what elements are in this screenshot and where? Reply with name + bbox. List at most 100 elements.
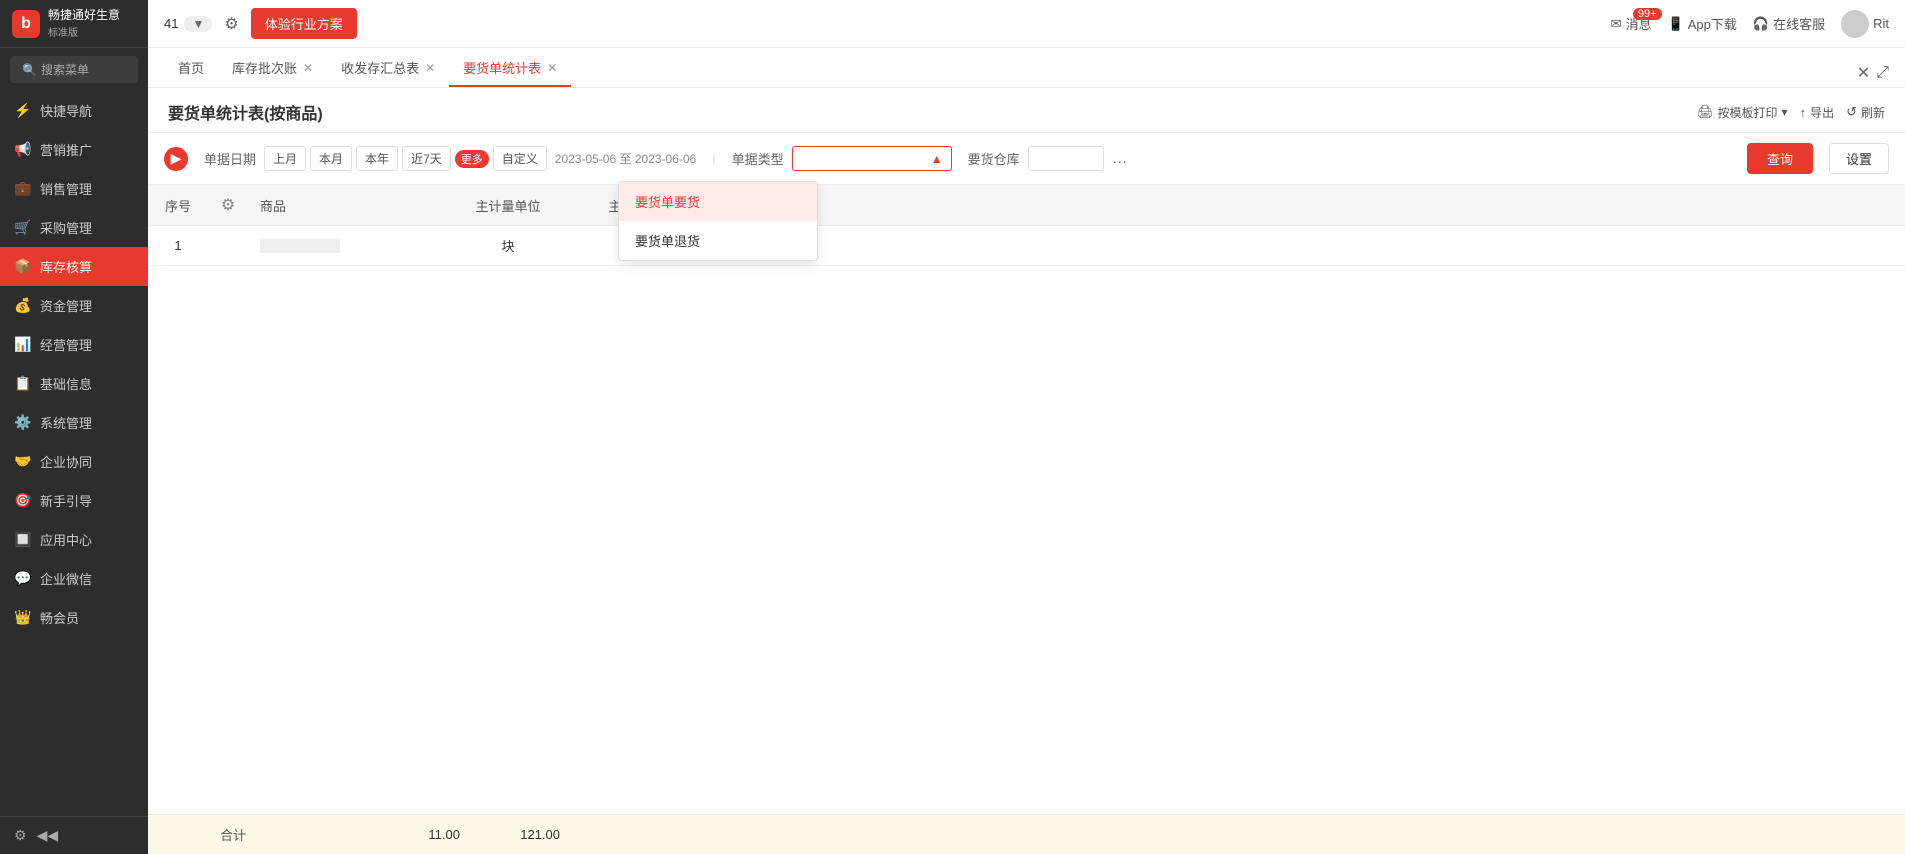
page-header: 要货单统计表(按商品) 🖨 按模板打印 ▾ ↑ 导出 ↺ 刷新 — [148, 88, 1905, 133]
tab-order-stats[interactable]: 要货单统计表 ✕ — [449, 50, 571, 87]
sidebar-item-label: 经营管理 — [40, 335, 92, 354]
app-sub: 标准版 — [48, 24, 120, 39]
cell-seq: 1 — [148, 226, 208, 266]
sidebar-item-label: 销售管理 — [40, 179, 92, 198]
date-btn-up[interactable]: 上月 — [264, 146, 306, 171]
sidebar-item-finance[interactable]: 💰 资金管理 — [0, 286, 148, 325]
query-button[interactable]: 查询 — [1747, 143, 1813, 174]
table-area: 序号 ⚙ 商品 主计量单位 主数量 零售金额 1 — [148, 185, 1905, 814]
tab-order-close[interactable]: ✕ — [547, 61, 557, 75]
date-btn-week[interactable]: 近7天 — [402, 146, 451, 171]
sidebar-item-guide[interactable]: 🎯 新手引导 — [0, 481, 148, 520]
print-label: 按模板打印 — [1718, 104, 1778, 121]
message-btn[interactable]: ✉ 消息 99+ — [1611, 14, 1652, 33]
col-extra — [808, 185, 1905, 226]
col-unit: 主计量单位 — [448, 185, 568, 226]
print-arrow-icon: ▾ — [1782, 105, 1788, 119]
footer-amount: 121.00 — [460, 827, 560, 842]
message-badge: 99+ — [1633, 8, 1662, 20]
type-select-value — [801, 151, 805, 166]
dropdown-item-order-goods[interactable]: 要货单要货 — [619, 182, 817, 221]
tabbar: 首页 库存批次账 ✕ 收发存汇总表 ✕ 要货单统计表 ✕ ✕ ⤢ — [148, 48, 1905, 88]
footer-settings-icon[interactable]: ⚙ — [14, 827, 27, 844]
sidebar-item-quick-nav[interactable]: ⚡ 快捷导航 — [0, 91, 148, 130]
search-label: 搜索菜单 — [41, 61, 89, 78]
tab-batch-label: 库存批次账 — [232, 58, 297, 77]
dropdown-item-order-return[interactable]: 要货单退货 — [619, 221, 817, 260]
tab-home[interactable]: 首页 — [164, 50, 218, 87]
sales-icon: 💼 — [14, 180, 32, 198]
sidebar-item-enterprise[interactable]: 🤝 企业协同 — [0, 442, 148, 481]
type-filter-group: 单据类型 ▲ — [732, 146, 952, 171]
type-filter-label: 单据类型 — [732, 149, 784, 168]
type-dropdown: 要货单要货 要货单退货 — [618, 181, 818, 261]
topbar-settings-icon[interactable]: ⚙ — [224, 14, 238, 34]
sidebar-nav: ⚡ 快捷导航 📢 营销推广 💼 销售管理 🛒 采购管理 📦 库存核算 💰 资金管… — [0, 91, 148, 816]
sidebar-item-inventory[interactable]: 📦 库存核算 — [0, 247, 148, 286]
sidebar-item-purchase[interactable]: 🛒 采购管理 — [0, 208, 148, 247]
type-select[interactable]: ▲ — [792, 146, 952, 171]
sidebar-item-system[interactable]: ⚙️ 系统管理 — [0, 403, 148, 442]
tab-batch-account[interactable]: 库存批次账 ✕ — [218, 50, 327, 87]
cell-extra — [808, 226, 1905, 266]
sidebar-item-label: 系统管理 — [40, 413, 92, 432]
enterprise-icon: 🤝 — [14, 453, 32, 471]
warehouse-input[interactable] — [1028, 146, 1104, 171]
sidebar-item-app-center[interactable]: 🔲 应用中心 — [0, 520, 148, 559]
app-download-label: App下载 — [1688, 14, 1737, 33]
sidebar-item-label: 应用中心 — [40, 530, 92, 549]
warehouse-filter-group: 要货仓库 … — [968, 146, 1128, 171]
tab-collect-send[interactable]: 收发存汇总表 ✕ — [327, 50, 449, 87]
date-btn-custom[interactable]: 自定义 — [493, 146, 547, 171]
marketing-icon: 📢 — [14, 141, 32, 159]
page-header-actions: 🖨 按模板打印 ▾ ↑ 导出 ↺ 刷新 — [1697, 104, 1885, 121]
refresh-icon: ↺ — [1846, 104, 1857, 120]
refresh-btn[interactable]: ↺ 刷新 — [1846, 104, 1885, 121]
app-download-icon: 📱 — [1668, 16, 1684, 32]
sidebar-search[interactable]: 🔍 搜索菜单 — [10, 56, 138, 83]
sidebar-item-sales[interactable]: 💼 销售管理 — [0, 169, 148, 208]
user-profile[interactable]: Rit — [1841, 10, 1889, 38]
print-template-btn[interactable]: 🖨 按模板打印 ▾ — [1697, 104, 1788, 121]
operation-icon: 📊 — [14, 336, 32, 354]
trial-button[interactable]: 体验行业方案 — [251, 8, 357, 39]
date-filter-label: 单据日期 — [204, 149, 256, 168]
online-service-label: 在线客服 — [1773, 14, 1825, 33]
warehouse-more-icon[interactable]: … — [1112, 150, 1128, 168]
online-service-btn[interactable]: 🎧 在线客服 — [1753, 14, 1825, 33]
sidebar-item-label: 资金管理 — [40, 296, 92, 315]
wechat-icon: 💬 — [14, 570, 32, 588]
export-label: 导出 — [1810, 104, 1834, 121]
sidebar-item-wechat[interactable]: 💬 企业微信 — [0, 559, 148, 598]
date-btn-current[interactable]: 本月 — [310, 146, 352, 171]
topbar-right: ✉ 消息 99+ 📱 App下载 🎧 在线客服 Rit — [1611, 10, 1889, 38]
sidebar-item-marketing[interactable]: 📢 营销推广 — [0, 130, 148, 169]
sidebar-item-basic[interactable]: 📋 基础信息 — [0, 364, 148, 403]
table-header-row: 序号 ⚙ 商品 主计量单位 主数量 零售金额 — [148, 185, 1905, 226]
col-seq: 序号 — [148, 185, 208, 226]
tab-batch-close[interactable]: ✕ — [303, 61, 313, 75]
date-more-badge[interactable]: 更多 — [455, 150, 489, 168]
table-settings-icon[interactable]: ⚙ — [221, 197, 235, 214]
export-btn[interactable]: ↑ 导出 — [1800, 104, 1835, 121]
user-name: Rit — [1873, 16, 1889, 31]
tab-expand-btn[interactable]: ⤢ — [1876, 64, 1889, 82]
footer-collapse-icon[interactable]: ◀◀ — [37, 827, 59, 844]
settings-button[interactable]: 设置 — [1829, 143, 1889, 174]
sidebar-item-operation[interactable]: 📊 经营管理 — [0, 325, 148, 364]
app-download-btn[interactable]: 📱 App下载 — [1668, 14, 1737, 33]
filter-toggle-btn[interactable]: ▶ — [164, 147, 188, 171]
tab-collect-close[interactable]: ✕ — [425, 61, 435, 75]
app-name: 畅捷通好生意 — [48, 8, 120, 24]
table-row: 1 块 11.00 121.00 — [148, 226, 1905, 266]
date-filter-group: 单据日期 上月 本月 本年 近7天 更多 自定义 2023-05-06 至 20… — [204, 146, 696, 171]
tab-home-label: 首页 — [178, 58, 204, 77]
tab-collect-label: 收发存汇总表 — [341, 58, 419, 77]
filter-bar: ▶ 单据日期 上月 本月 本年 近7天 更多 自定义 2023-05-06 至 … — [148, 133, 1905, 185]
date-btn-year[interactable]: 本年 — [356, 146, 398, 171]
sidebar-item-member[interactable]: 👑 畅会员 — [0, 598, 148, 637]
tab-close-all-btn[interactable]: ✕ — [1857, 63, 1870, 83]
sidebar-item-label: 快捷导航 — [40, 101, 92, 120]
company-selector[interactable]: 41 ▼ — [164, 16, 212, 32]
sidebar-footer: ⚙ ◀◀ — [0, 816, 148, 854]
